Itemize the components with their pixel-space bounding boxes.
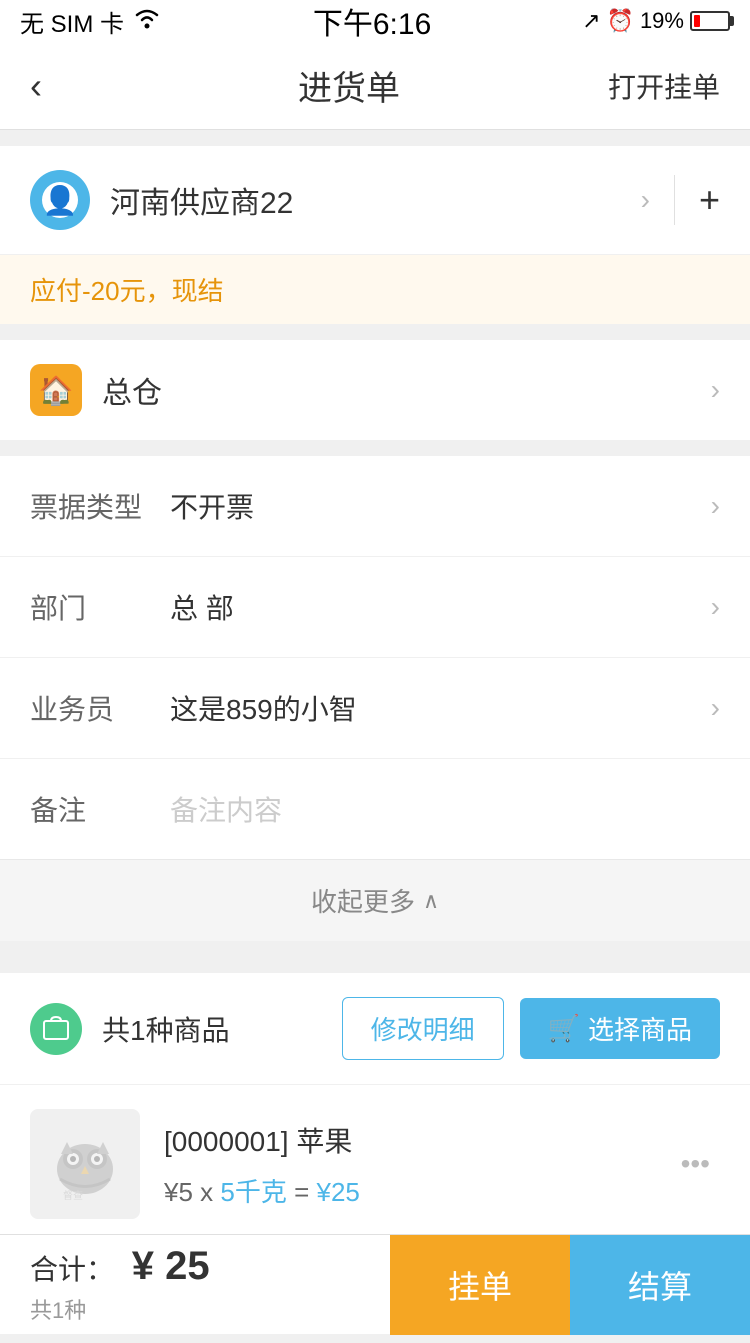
select-product-label: 选择商品 — [588, 1010, 692, 1047]
alarm-icon: ⏰ — [607, 8, 634, 34]
avatar-inner: 👤 — [42, 182, 78, 218]
warehouse-icon: 🏠 — [30, 364, 82, 416]
spacer-4 — [0, 941, 750, 957]
department-label: 部门 — [30, 587, 150, 627]
warning-banner: 应付-20元，现结 — [0, 255, 750, 324]
department-row[interactable]: 部门 总 部 › — [0, 557, 750, 658]
owl-logo-icon: 督查 — [45, 1124, 125, 1204]
supplier-card: 👤 河南供应商22 › + 应付-20元，现结 — [0, 146, 750, 324]
total-row: 合计： ¥ 25 — [30, 1244, 360, 1289]
warehouse-row[interactable]: 🏠 总仓 › — [0, 340, 750, 440]
open-pending-button[interactable]: 打开挂单 — [608, 66, 720, 106]
cart-add-icon: 🛒 — [548, 1013, 580, 1044]
product-count: 共1种商品 — [102, 1009, 342, 1049]
warehouse-chevron-icon: › — [711, 374, 720, 406]
checkout-button[interactable]: 结算 — [570, 1235, 750, 1335]
location-icon: ↗ — [582, 8, 600, 34]
salesperson-row[interactable]: 业务员 这是859的小智 › — [0, 658, 750, 759]
salesperson-label: 业务员 — [30, 688, 150, 728]
product-title: 苹果 — [296, 1126, 352, 1157]
product-more-button[interactable]: ••• — [671, 1138, 720, 1190]
carrier-label: 无 SIM 卡 — [20, 4, 124, 39]
collapse-label: 收起更多 — [311, 882, 415, 919]
product-item: 督查 [0000001] 苹果 ¥5 x 5千克 = ¥25 ••• — [0, 1085, 750, 1243]
page-title: 进货单 — [298, 61, 400, 110]
total-section: 合计： ¥ 25 共1种 — [0, 1244, 390, 1325]
warehouse-card: 🏠 总仓 › — [0, 340, 750, 440]
nav-bar: ‹ 进货单 打开挂单 — [0, 42, 750, 130]
remark-value: 备注内容 — [150, 789, 720, 829]
house-icon: 🏠 — [39, 374, 74, 407]
select-product-button[interactable]: 🛒 选择商品 — [520, 998, 720, 1059]
equals: = — [294, 1177, 316, 1207]
collapse-button[interactable]: 收起更多 ∧ — [0, 859, 750, 941]
product-header-icon — [30, 1003, 82, 1055]
chevron-right-icon: › — [641, 184, 650, 216]
total-label: 合计： — [30, 1254, 114, 1285]
product-name: [0000001] 苹果 — [164, 1120, 671, 1160]
total-count: 共1种 — [30, 1293, 360, 1325]
status-bar: 无 SIM 卡 下午6:16 ↗ ⏰ 19% — [0, 0, 750, 42]
add-supplier-button[interactable]: + — [699, 179, 720, 221]
warning-text: 应付-20元，现结 — [30, 276, 224, 306]
person-icon: 👤 — [43, 184, 78, 217]
status-left: 无 SIM 卡 — [20, 4, 162, 39]
supplier-avatar: 👤 — [30, 170, 90, 230]
edit-detail-button[interactable]: 修改明细 — [342, 997, 504, 1060]
invoice-type-chevron-icon: › — [711, 490, 720, 522]
total-amount: ¥ 25 — [132, 1244, 210, 1288]
total-price: ¥25 — [317, 1177, 360, 1207]
product-thumbnail: 督查 — [30, 1109, 140, 1219]
department-chevron-icon: › — [711, 591, 720, 623]
spacer-2 — [0, 324, 750, 340]
invoice-type-value: 不开票 — [150, 486, 711, 526]
salesperson-chevron-icon: › — [711, 692, 720, 724]
bottom-bar: 合计： ¥ 25 共1种 挂单 结算 — [0, 1234, 750, 1334]
battery-percent: 19% — [640, 8, 684, 34]
product-header: 共1种商品 修改明细 🛒 选择商品 — [0, 973, 750, 1085]
wifi-icon — [132, 7, 162, 36]
supplier-row[interactable]: 👤 河南供应商22 › + — [0, 146, 750, 255]
product-price: ¥5 x 5千克 = ¥25 — [164, 1172, 671, 1209]
status-right: ↗ ⏰ 19% — [582, 8, 730, 34]
svg-text:督查: 督查 — [63, 1189, 83, 1202]
invoice-type-row[interactable]: 票据类型 不开票 › — [0, 456, 750, 557]
warehouse-name: 总仓 — [102, 368, 711, 412]
hang-order-button[interactable]: 挂单 — [390, 1235, 570, 1335]
cart-icon — [40, 1013, 72, 1045]
collapse-arrow-icon: ∧ — [423, 888, 439, 914]
supplier-name: 河南供应商22 — [110, 178, 641, 222]
divider — [674, 175, 675, 225]
department-value: 总 部 — [150, 587, 711, 627]
spacer-3 — [0, 440, 750, 456]
quantity: 5千克 — [220, 1177, 286, 1207]
remark-label: 备注 — [30, 789, 150, 829]
spacer-1 — [0, 130, 750, 146]
back-button[interactable]: ‹ — [30, 65, 90, 107]
product-info: [0000001] 苹果 ¥5 x 5千克 = ¥25 — [164, 1120, 671, 1209]
salesperson-value: 这是859的小智 — [150, 688, 711, 728]
unit-price: ¥5 x — [164, 1177, 220, 1207]
battery-icon — [690, 11, 730, 31]
status-time: 下午6:16 — [313, 0, 431, 43]
product-id: [0000001] — [164, 1126, 296, 1157]
invoice-type-label: 票据类型 — [30, 486, 150, 526]
form-section: 票据类型 不开票 › 部门 总 部 › 业务员 这是859的小智 › 备注 备注… — [0, 456, 750, 859]
remark-row[interactable]: 备注 备注内容 — [0, 759, 750, 859]
